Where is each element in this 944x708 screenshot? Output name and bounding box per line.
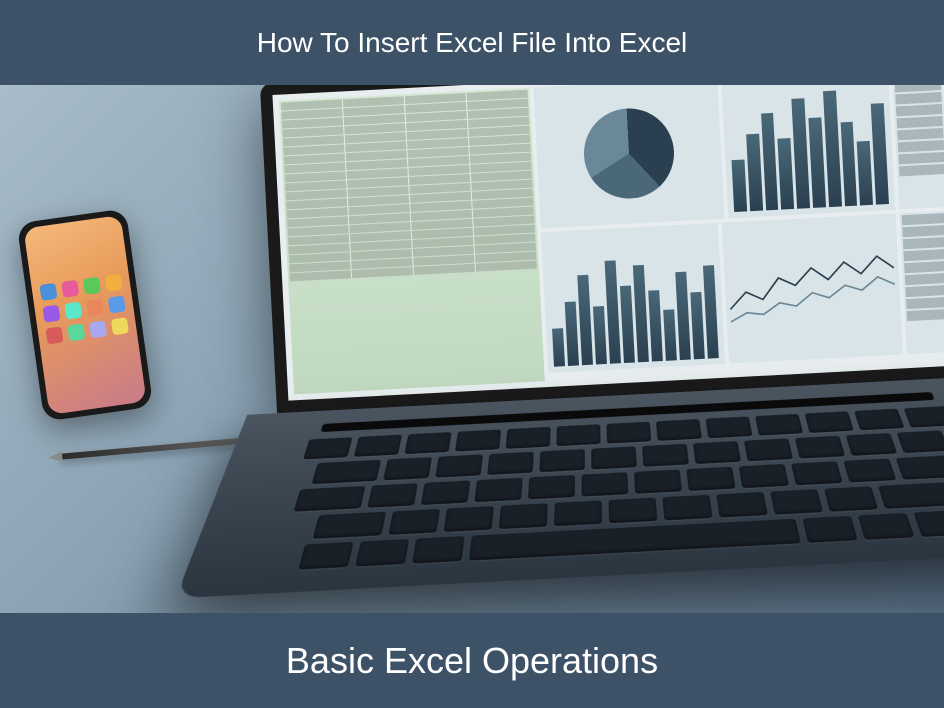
hero-illustration xyxy=(0,85,944,613)
laptop xyxy=(230,85,944,613)
bar-chart-panel xyxy=(721,85,895,218)
phone-app-icon xyxy=(46,326,64,344)
phone-app-icon xyxy=(83,277,101,295)
phone-app-icon xyxy=(105,274,123,292)
laptop-screen xyxy=(272,85,944,401)
footer-banner: Basic Excel Operations xyxy=(0,613,944,708)
phone-app-icon xyxy=(42,305,60,323)
smartphone xyxy=(17,208,154,421)
line-chart-panel xyxy=(722,214,903,364)
phone-app-icon xyxy=(67,323,85,341)
phone-app-icon xyxy=(108,295,126,313)
line-chart-icon xyxy=(726,218,898,360)
phone-app-icon xyxy=(39,283,57,301)
page-subtitle: Basic Excel Operations xyxy=(286,640,658,682)
data-column xyxy=(900,211,944,355)
laptop-screen-frame xyxy=(260,85,944,413)
phone-screen xyxy=(23,215,146,415)
bar-chart-panel xyxy=(541,223,726,373)
phone-app-icon xyxy=(111,317,129,335)
phone-app-icon xyxy=(86,298,104,316)
pie-chart-panel xyxy=(533,85,724,228)
header-banner: How To Insert Excel File Into Excel xyxy=(0,0,944,85)
pie-chart-icon xyxy=(582,106,677,201)
spreadsheet-panel xyxy=(279,88,545,395)
page-title: How To Insert Excel File Into Excel xyxy=(257,27,688,59)
phone-app-icon xyxy=(89,320,107,338)
phone-app-icon xyxy=(61,280,79,298)
phone-app-icon xyxy=(64,302,82,320)
data-column xyxy=(892,85,944,210)
